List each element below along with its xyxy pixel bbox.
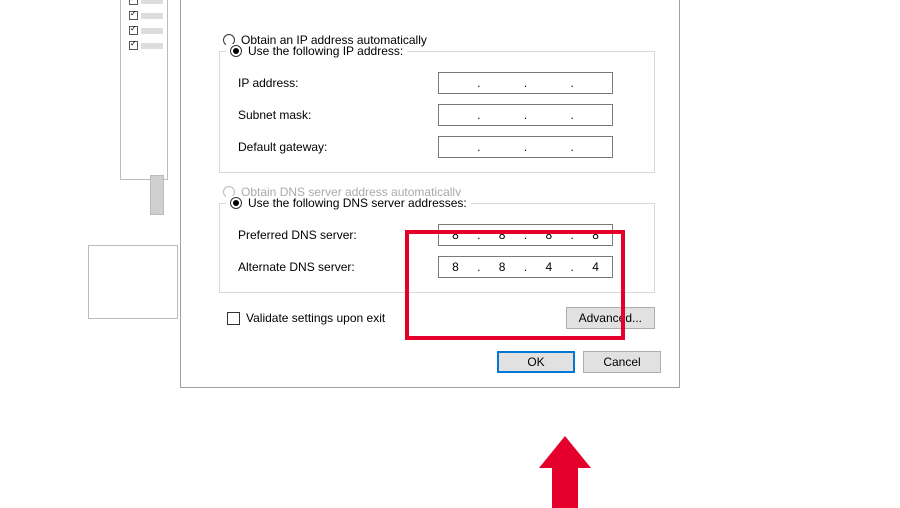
- annotation-arrow-icon: [530, 436, 600, 506]
- use-following-dns-radio[interactable]: Use the following DNS server addresses:: [226, 196, 471, 210]
- ipv4-properties-dialog: Obtain an IP address automatically Use t…: [180, 0, 680, 388]
- use-following-ip-label: Use the following IP address:: [248, 44, 403, 58]
- background-panel-left: [120, 0, 168, 180]
- ip-address-label: IP address:: [238, 76, 438, 90]
- validate-settings-checkbox[interactable]: Validate settings upon exit: [227, 311, 385, 325]
- background-panel-bottom: [88, 245, 178, 319]
- preferred-dns-label: Preferred DNS server:: [238, 228, 438, 242]
- subnet-mask-row: Subnet mask: . . .: [238, 104, 642, 126]
- dialog-actions: OK Cancel: [199, 351, 661, 373]
- background-scrollbar: [150, 175, 164, 215]
- subnet-mask-input[interactable]: . . .: [438, 104, 613, 126]
- radio-selected-icon: [230, 45, 242, 57]
- alternate-dns-label: Alternate DNS server:: [238, 260, 438, 274]
- preferred-dns-input[interactable]: 8. 8. 8. 8: [438, 224, 613, 246]
- default-gateway-row: Default gateway: . . .: [238, 136, 642, 158]
- use-following-dns-label: Use the following DNS server addresses:: [248, 196, 467, 210]
- advanced-button[interactable]: Advanced...: [566, 307, 655, 329]
- default-gateway-input[interactable]: . . .: [438, 136, 613, 158]
- ip-address-row: IP address: . . .: [238, 72, 642, 94]
- default-gateway-label: Default gateway:: [238, 140, 438, 154]
- alternate-dns-row: Alternate DNS server: 8. 8. 4. 4: [238, 256, 642, 278]
- background-list: [129, 0, 163, 50]
- ok-button[interactable]: OK: [497, 351, 575, 373]
- cancel-button[interactable]: Cancel: [583, 351, 661, 373]
- checkbox-unchecked-icon: [227, 312, 240, 325]
- use-following-ip-group: Use the following IP address: IP address…: [219, 51, 655, 173]
- alternate-dns-input[interactable]: 8. 8. 4. 4: [438, 256, 613, 278]
- use-following-ip-radio[interactable]: Use the following IP address:: [226, 44, 407, 58]
- use-following-dns-group: Use the following DNS server addresses: …: [219, 203, 655, 293]
- validate-settings-label: Validate settings upon exit: [246, 311, 385, 325]
- ip-address-input[interactable]: . . .: [438, 72, 613, 94]
- preferred-dns-row: Preferred DNS server: 8. 8. 8. 8: [238, 224, 642, 246]
- radio-selected-icon: [230, 197, 242, 209]
- subnet-mask-label: Subnet mask:: [238, 108, 438, 122]
